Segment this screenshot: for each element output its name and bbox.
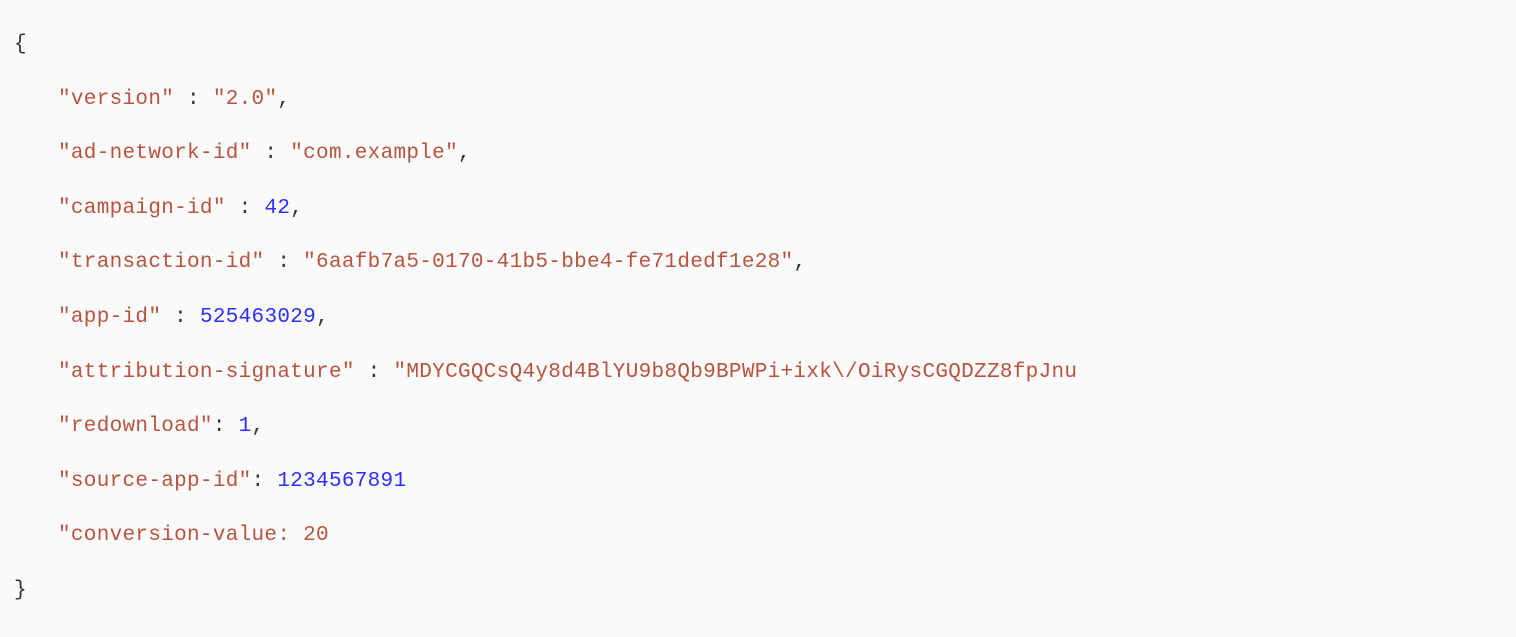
json-value: "6aafb7a5-0170-41b5-bbe4-fe71dedf1e28"	[303, 251, 793, 274]
json-sep: :	[174, 88, 213, 111]
json-value: "2.0"	[213, 88, 278, 111]
code-line: "transaction-id" : "6aafb7a5-0170-41b5-b…	[14, 236, 1502, 291]
json-key: "redownload"	[58, 415, 213, 438]
json-sep: :	[264, 251, 303, 274]
json-sep: :	[355, 361, 394, 384]
json-key: "app-id"	[58, 306, 161, 329]
json-key: "attribution-signature"	[58, 361, 355, 384]
json-sep: :	[213, 415, 239, 438]
json-trailing: ,	[316, 306, 329, 329]
json-key: "source-app-id"	[58, 470, 252, 493]
json-sep: :	[226, 197, 265, 220]
code-line: "attribution-signature" : "MDYCGQCsQ4y8d…	[14, 346, 1502, 401]
json-value: "MDYCGQCsQ4y8d4BlYU9b8Qb9BPWPi+ixk\/OiRy…	[393, 361, 1077, 384]
json-trailing: ,	[252, 415, 265, 438]
code-line: "redownload": 1,	[14, 400, 1502, 455]
json-value: 525463029	[200, 306, 316, 329]
json-trailing: ,	[290, 197, 303, 220]
code-line: "version" : "2.0",	[14, 73, 1502, 128]
open-brace: {	[14, 18, 1502, 73]
json-trailing: ,	[458, 142, 471, 165]
code-line: "app-id" : 525463029,	[14, 291, 1502, 346]
json-sep: :	[161, 306, 200, 329]
code-line: "ad-network-id" : "com.example",	[14, 127, 1502, 182]
json-trailing: ,	[793, 251, 806, 274]
json-code-block: { "version" : "2.0", "ad-network-id" : "…	[14, 18, 1502, 619]
code-line: "campaign-id" : 42,	[14, 182, 1502, 237]
json-sep: :	[252, 470, 278, 493]
json-key: "conversion-value: 20	[58, 524, 329, 547]
close-brace: }	[14, 564, 1502, 619]
json-sep: :	[252, 142, 291, 165]
json-value: 1234567891	[277, 470, 406, 493]
code-line: "source-app-id": 1234567891	[14, 455, 1502, 510]
json-key: "transaction-id"	[58, 251, 264, 274]
json-key: "version"	[58, 88, 174, 111]
code-line: "conversion-value: 20	[14, 509, 1502, 564]
json-value: 42	[264, 197, 290, 220]
json-value: 1	[239, 415, 252, 438]
json-key: "campaign-id"	[58, 197, 226, 220]
json-trailing: ,	[277, 88, 290, 111]
json-key: "ad-network-id"	[58, 142, 252, 165]
json-value: "com.example"	[290, 142, 458, 165]
